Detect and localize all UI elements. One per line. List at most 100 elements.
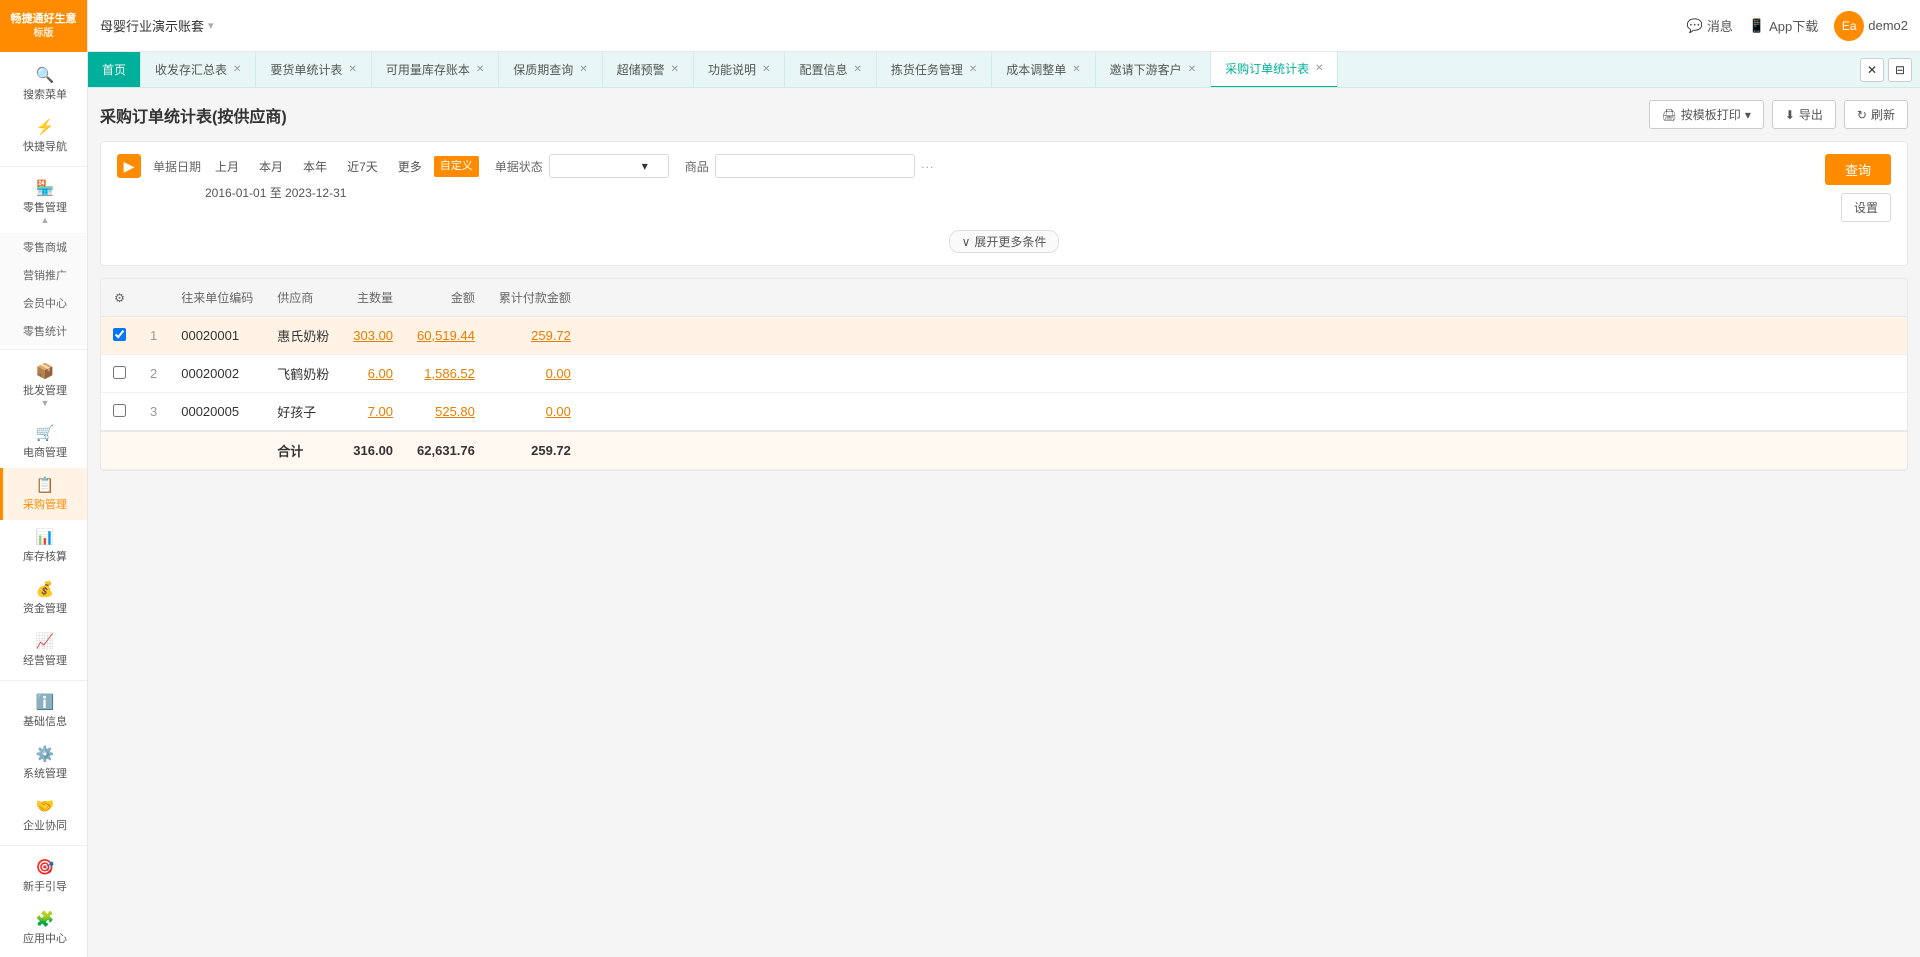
tab-close-icon[interactable]: ✕ — [348, 64, 356, 75]
tab-close-icon[interactable]: ✕ — [1188, 64, 1196, 75]
row-checkbox[interactable] — [101, 317, 138, 355]
col-code: 往来单位编码 — [169, 279, 265, 317]
shortcut-more[interactable]: 更多 — [390, 156, 430, 177]
user-menu[interactable]: Ea demo2 — [1834, 11, 1908, 41]
sidebar-item-ecom[interactable]: 🛒 电商管理 — [0, 416, 87, 468]
col-empty — [583, 279, 1907, 317]
sidebar-item-finance[interactable]: 💰 资金管理 — [0, 572, 87, 624]
sidebar-item-basic[interactable]: ℹ️ 基础信息 — [0, 685, 87, 737]
tab-close-icon[interactable]: ✕ — [969, 64, 977, 75]
tab-chaochu[interactable]: 超储预警 ✕ — [603, 52, 694, 88]
sidebar-item-corp[interactable]: 🤝 企业协同 — [0, 789, 87, 841]
footer-empty3 — [169, 431, 265, 470]
tab-close-icon[interactable]: ✕ — [579, 64, 587, 75]
divider — [0, 680, 87, 681]
shortcut-this-month[interactable]: 本月 — [251, 156, 291, 177]
footer-empty4 — [583, 431, 1907, 470]
tab-close-icon[interactable]: ✕ — [671, 64, 679, 75]
col-settings[interactable]: ⚙ — [101, 279, 138, 317]
sidebar-item-label: 搜索菜单 — [23, 86, 67, 102]
chevron-down-icon: ▾ — [642, 159, 648, 173]
tab-caigou[interactable]: 采购订单统计表 ✕ — [1211, 52, 1338, 88]
app-download-label: App下载 — [1769, 16, 1818, 35]
sidebar-item-system[interactable]: ⚙️ 系统管理 — [0, 737, 87, 789]
tab-close-icon[interactable]: ✕ — [1315, 63, 1323, 74]
account-selector[interactable]: 母婴行业演示账套 ▾ — [100, 16, 214, 35]
tab-shoufa[interactable]: 收发存汇总表 ✕ — [141, 52, 256, 88]
table-row[interactable]: 1 00020001 惠氏奶粉 303.00 60,519.44 259.72 — [101, 317, 1907, 355]
sidebar-item-retail-shop[interactable]: 零售商城 — [0, 233, 87, 261]
tab-close-icon[interactable]: ✕ — [1072, 64, 1080, 75]
row-paid[interactable]: 259.72 — [487, 317, 583, 355]
table-row[interactable]: 3 00020005 好孩子 7.00 525.80 0.00 — [101, 393, 1907, 432]
tab-home[interactable]: 首页 — [88, 52, 141, 88]
sidebar-item-retail[interactable]: 🏪 零售管理 ▲ — [0, 171, 87, 233]
row-qty[interactable]: 7.00 — [341, 393, 405, 432]
tab-close-icon[interactable]: ✕ — [853, 64, 861, 75]
goods-filter: 商品 ··· — [685, 154, 934, 178]
sidebar-item-nav[interactable]: ⚡ 快捷导航 — [0, 110, 87, 162]
tab-close-icon[interactable]: ✕ — [762, 64, 770, 75]
footer-empty2 — [138, 431, 169, 470]
shortcut-this-year[interactable]: 本年 — [295, 156, 335, 177]
page-actions: 🖨 按模板打印 ▾ ⬇ 导出 ↻ 刷新 — [1649, 100, 1908, 129]
sidebar-item-apps[interactable]: 🧩 应用中心 — [0, 902, 87, 954]
custom-date-tag[interactable]: 自定义 — [434, 156, 479, 177]
status-select[interactable]: ▾ — [549, 154, 669, 178]
filter-toggle-button[interactable]: ▶ — [117, 154, 141, 178]
row-qty[interactable]: 303.00 — [341, 317, 405, 355]
filter-more-icon[interactable]: ··· — [921, 159, 934, 174]
tab-gongneng[interactable]: 功能说明 ✕ — [694, 52, 785, 88]
sidebar-item-search[interactable]: 🔍 搜索菜单 — [0, 58, 87, 110]
tab-label: 保质期查询 — [513, 61, 573, 78]
export-button[interactable]: ⬇ 导出 — [1772, 100, 1836, 129]
col-num — [138, 279, 169, 317]
tab-peizhi[interactable]: 配置信息 ✕ — [785, 52, 876, 88]
refresh-button[interactable]: ↻ 刷新 — [1844, 100, 1908, 129]
sidebar-item-batch[interactable]: 📦 批发管理 ▼ — [0, 354, 87, 416]
tab-close-icon[interactable]: ✕ — [233, 64, 241, 75]
tab-yaohuo[interactable]: 要货单统计表 ✕ — [256, 52, 371, 88]
goods-input[interactable] — [715, 154, 915, 178]
row-checkbox[interactable] — [101, 355, 138, 393]
row-amount[interactable]: 525.80 — [405, 393, 487, 432]
tab-baozhiqi[interactable]: 保质期查询 ✕ — [499, 52, 602, 88]
sidebar-item-stock[interactable]: 📊 库存核算 — [0, 520, 87, 572]
message-button[interactable]: 💬 消息 — [1687, 16, 1733, 35]
app-download-button[interactable]: 📱 App下载 — [1749, 16, 1818, 35]
query-button[interactable]: 查询 — [1825, 154, 1891, 185]
row-empty — [583, 317, 1907, 355]
tab-yaoqing[interactable]: 邀请下游客户 ✕ — [1096, 52, 1211, 88]
row-qty[interactable]: 6.00 — [341, 355, 405, 393]
sidebar-item-label: 快捷导航 — [23, 138, 67, 154]
row-paid[interactable]: 0.00 — [487, 393, 583, 432]
sidebar-item-marketing[interactable]: 营销推广 — [0, 261, 87, 289]
avatar: Ea — [1834, 11, 1864, 41]
sidebar-item-label: 零售管理 — [23, 199, 67, 215]
sidebar-item-member[interactable]: 会员中心 — [0, 289, 87, 317]
sidebar-item-label: 应用中心 — [23, 930, 67, 946]
table-row[interactable]: 2 00020002 飞鹤奶粉 6.00 1,586.52 0.00 — [101, 355, 1907, 393]
row-amount[interactable]: 60,519.44 — [405, 317, 487, 355]
expand-more-button[interactable]: ∨ 展开更多条件 — [949, 230, 1060, 253]
sidebar-item-retail-stat[interactable]: 零售统计 — [0, 317, 87, 345]
settings-button[interactable]: 设置 — [1841, 193, 1891, 222]
data-table: ⚙ 往来单位编码 供应商 主数量 金额 累计付款金额 1 00020001 惠氏… — [100, 278, 1908, 471]
close-tab-button[interactable]: ✕ — [1860, 58, 1884, 82]
tab-zhuohuo[interactable]: 拣货任务管理 ✕ — [877, 52, 992, 88]
shortcut-7days[interactable]: 近7天 — [339, 156, 386, 177]
account-title: 母婴行业演示账套 — [100, 16, 204, 35]
sidebar-item-purchase[interactable]: 📋 采购管理 — [0, 468, 87, 520]
tab-chengben[interactable]: 成本调整单 ✕ — [992, 52, 1095, 88]
tab-close-icon[interactable]: ✕ — [476, 64, 484, 75]
sidebar-item-newbie[interactable]: 🎯 新手引导 — [0, 850, 87, 902]
tab-kuyun[interactable]: 可用量库存账本 ✕ — [372, 52, 499, 88]
expand-tabs-button[interactable]: ⊟ — [1888, 58, 1912, 82]
sidebar-item-ops[interactable]: 📈 经营管理 — [0, 624, 87, 676]
shortcut-last-month[interactable]: 上月 — [207, 156, 247, 177]
sidebar-item-label: 库存核算 — [23, 548, 67, 564]
row-paid[interactable]: 0.00 — [487, 355, 583, 393]
row-amount[interactable]: 1,586.52 — [405, 355, 487, 393]
print-button[interactable]: 🖨 按模板打印 ▾ — [1649, 100, 1764, 129]
row-checkbox[interactable] — [101, 393, 138, 432]
